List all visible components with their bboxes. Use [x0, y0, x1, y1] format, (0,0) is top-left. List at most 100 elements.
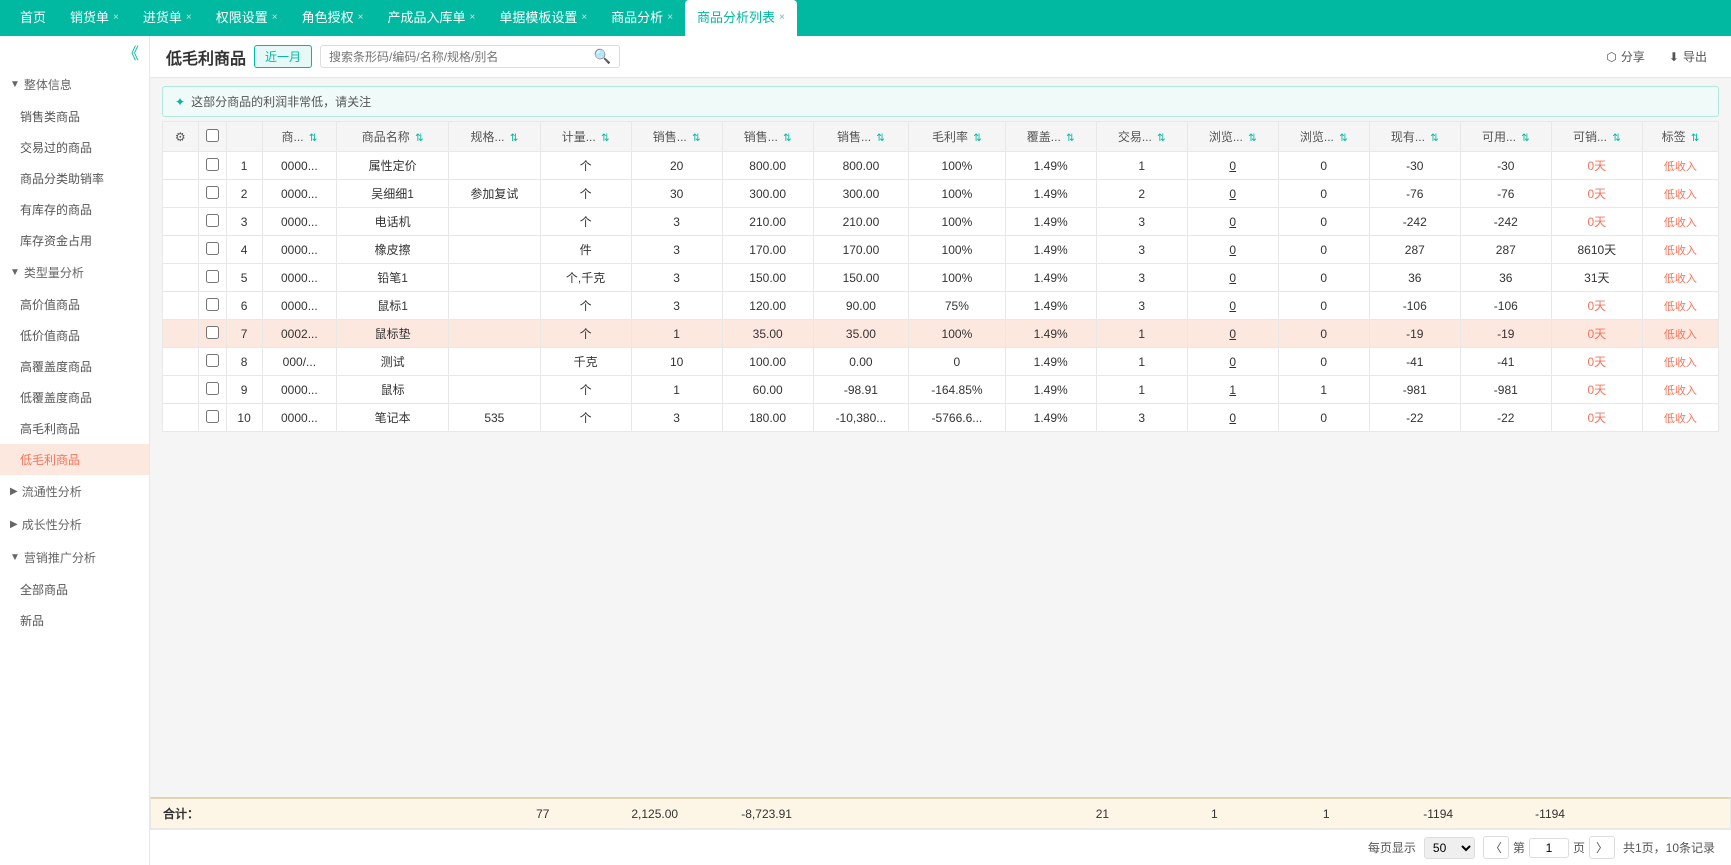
row-tag[interactable]: 低收入 — [1642, 376, 1718, 404]
row-view1[interactable]: 0 — [1187, 236, 1278, 264]
row-tag[interactable]: 低收入 — [1642, 348, 1718, 376]
nav-home[interactable]: 首页 — [8, 0, 58, 36]
row-tag[interactable]: 低收入 — [1642, 404, 1718, 432]
nav-purchase-order[interactable]: 进货单 × — [131, 0, 204, 36]
row-view1[interactable]: 0 — [1187, 208, 1278, 236]
row-view1[interactable]: 0 — [1187, 152, 1278, 180]
sidebar-item-high-margin[interactable]: 高毛利商品 — [0, 413, 149, 444]
nav-role-auth[interactable]: 角色授权 × — [290, 0, 376, 36]
sidebar-item-all-goods[interactable]: 全部商品 — [0, 574, 149, 605]
sidebar-item-stock-goods[interactable]: 有库存的商品 — [0, 194, 149, 225]
row-view1[interactable]: 0 — [1187, 264, 1278, 292]
th-sellable-days[interactable]: 可销... ⇅ — [1551, 122, 1642, 152]
sidebar-group-growth[interactable]: ▶ 成长性分析 — [0, 508, 149, 541]
th-available-stock[interactable]: 可用... ⇅ — [1460, 122, 1551, 152]
nav-close-sales-order[interactable]: × — [113, 0, 119, 36]
sidebar-item-low-value[interactable]: 低价值商品 — [0, 320, 149, 351]
row-tag[interactable]: 低收入 — [1642, 292, 1718, 320]
nav-product-analysis-list[interactable]: 商品分析列表 × — [685, 0, 797, 36]
th-gross-margin[interactable]: 毛利率 ⇅ — [909, 122, 1005, 152]
nav-sales-order[interactable]: 销货单 × — [58, 0, 131, 36]
sidebar-item-sales-goods[interactable]: 销售类商品 — [0, 101, 149, 132]
th-view2[interactable]: 浏览... ⇅ — [1278, 122, 1369, 152]
row-view1[interactable]: 0 — [1187, 180, 1278, 208]
th-spec[interactable]: 规格... ⇅ — [449, 122, 540, 152]
next-page-button[interactable]: 〉 — [1589, 836, 1615, 859]
row-checkbox[interactable] — [198, 404, 226, 432]
nav-close-product-inbound[interactable]: × — [469, 0, 475, 36]
sidebar-item-low-margin[interactable]: 低毛利商品 — [0, 444, 149, 475]
row-checkbox[interactable] — [198, 292, 226, 320]
page-input[interactable] — [1529, 838, 1569, 858]
row-view1[interactable]: 0 — [1187, 348, 1278, 376]
th-sales-profit[interactable]: 销售... ⇅ — [813, 122, 908, 152]
row-view1[interactable]: 0 — [1187, 292, 1278, 320]
row-checkbox[interactable] — [198, 264, 226, 292]
sidebar-item-new-goods[interactable]: 新品 — [0, 605, 149, 636]
row-checkbox[interactable] — [198, 152, 226, 180]
share-button[interactable]: ⬡ 分享 — [1598, 44, 1653, 69]
select-all-checkbox[interactable] — [206, 129, 219, 142]
row-tag[interactable]: 低收入 — [1642, 180, 1718, 208]
th-view1[interactable]: 浏览... ⇅ — [1187, 122, 1278, 152]
sidebar-group-marketing[interactable]: ▼ 营销推广分析 — [0, 541, 149, 574]
sidebar-group-overview[interactable]: ▼ 整体信息 — [0, 68, 149, 101]
page-size-select[interactable]: 50 100 — [1424, 837, 1475, 859]
row-name: 测试 — [337, 348, 449, 376]
nav-close-template-settings[interactable]: × — [581, 0, 587, 36]
row-tag[interactable]: 低收入 — [1642, 320, 1718, 348]
row-checkbox[interactable] — [198, 320, 226, 348]
row-tag[interactable]: 低收入 — [1642, 236, 1718, 264]
search-input[interactable] — [329, 50, 594, 64]
filter-period-button[interactable]: 近一月 — [254, 45, 312, 68]
sidebar-group-circulation-arrow: ▶ — [10, 486, 18, 497]
row-view1[interactable]: 0 — [1187, 404, 1278, 432]
th-tag[interactable]: 标签 ⇅ — [1642, 122, 1718, 152]
th-code[interactable]: 商... ⇅ — [262, 122, 337, 152]
sidebar-item-low-coverage[interactable]: 低覆盖度商品 — [0, 382, 149, 413]
search-icon[interactable]: 🔍 — [594, 48, 611, 65]
th-unit[interactable]: 计量... ⇅ — [540, 122, 631, 152]
row-checkbox[interactable] — [198, 376, 226, 404]
sidebar-collapse-button[interactable]: 《 — [119, 40, 143, 64]
row-checkbox[interactable] — [198, 348, 226, 376]
nav-close-product-analysis-list[interactable]: × — [779, 0, 785, 36]
sidebar-item-high-coverage[interactable]: 高覆盖度商品 — [0, 351, 149, 382]
row-current-stock: -981 — [1369, 376, 1460, 404]
sidebar: 《 ▼ 整体信息 销售类商品 交易过的商品 商品分类助销率 有库存的商品 库存资… — [0, 36, 150, 865]
row-checkbox[interactable] — [198, 208, 226, 236]
th-coverage[interactable]: 覆盖... ⇅ — [1005, 122, 1096, 152]
row-num: 8 — [226, 348, 262, 376]
sidebar-group-circulation[interactable]: ▶ 流通性分析 — [0, 475, 149, 508]
sidebar-item-capital[interactable]: 库存资金占用 — [0, 225, 149, 256]
th-settings[interactable]: ⚙ — [163, 122, 199, 152]
row-tag[interactable]: 低收入 — [1642, 152, 1718, 180]
prev-page-button[interactable]: 〈 — [1483, 836, 1509, 859]
row-checkbox[interactable] — [198, 236, 226, 264]
th-sales-amount[interactable]: 销售... ⇅ — [722, 122, 813, 152]
row-view1[interactable]: 0 — [1187, 320, 1278, 348]
row-name: 属性定价 — [337, 152, 449, 180]
row-tag[interactable]: 低收入 — [1642, 208, 1718, 236]
th-current-stock[interactable]: 现有... ⇅ — [1369, 122, 1460, 152]
th-transaction[interactable]: 交易... ⇅ — [1096, 122, 1187, 152]
row-checkbox[interactable] — [198, 180, 226, 208]
sidebar-group-type-analysis[interactable]: ▼ 类型量分析 — [0, 256, 149, 289]
nav-template-settings[interactable]: 单据模板设置 × — [487, 0, 599, 36]
nav-close-role-auth[interactable]: × — [358, 0, 364, 36]
row-tag[interactable]: 低收入 — [1642, 264, 1718, 292]
sidebar-item-high-value[interactable]: 高价值商品 — [0, 289, 149, 320]
nav-product-analysis[interactable]: 商品分析 × — [599, 0, 685, 36]
nav-close-product-analysis[interactable]: × — [667, 0, 673, 36]
sidebar-item-category-rate[interactable]: 商品分类助销率 — [0, 163, 149, 194]
nav-product-inbound[interactable]: 产成品入库单 × — [375, 0, 487, 36]
th-sales-qty[interactable]: 销售... ⇅ — [631, 122, 722, 152]
export-button[interactable]: ⬇ 导出 — [1661, 44, 1715, 69]
page-size-label: 每页显示 — [1368, 839, 1416, 856]
nav-close-purchase-order[interactable]: × — [186, 0, 192, 36]
row-view1[interactable]: 1 — [1187, 376, 1278, 404]
nav-close-permission-settings[interactable]: × — [272, 0, 278, 36]
sidebar-item-traded-goods[interactable]: 交易过的商品 — [0, 132, 149, 163]
th-name[interactable]: 商品名称 ⇅ — [337, 122, 449, 152]
nav-permission-settings[interactable]: 权限设置 × — [204, 0, 290, 36]
